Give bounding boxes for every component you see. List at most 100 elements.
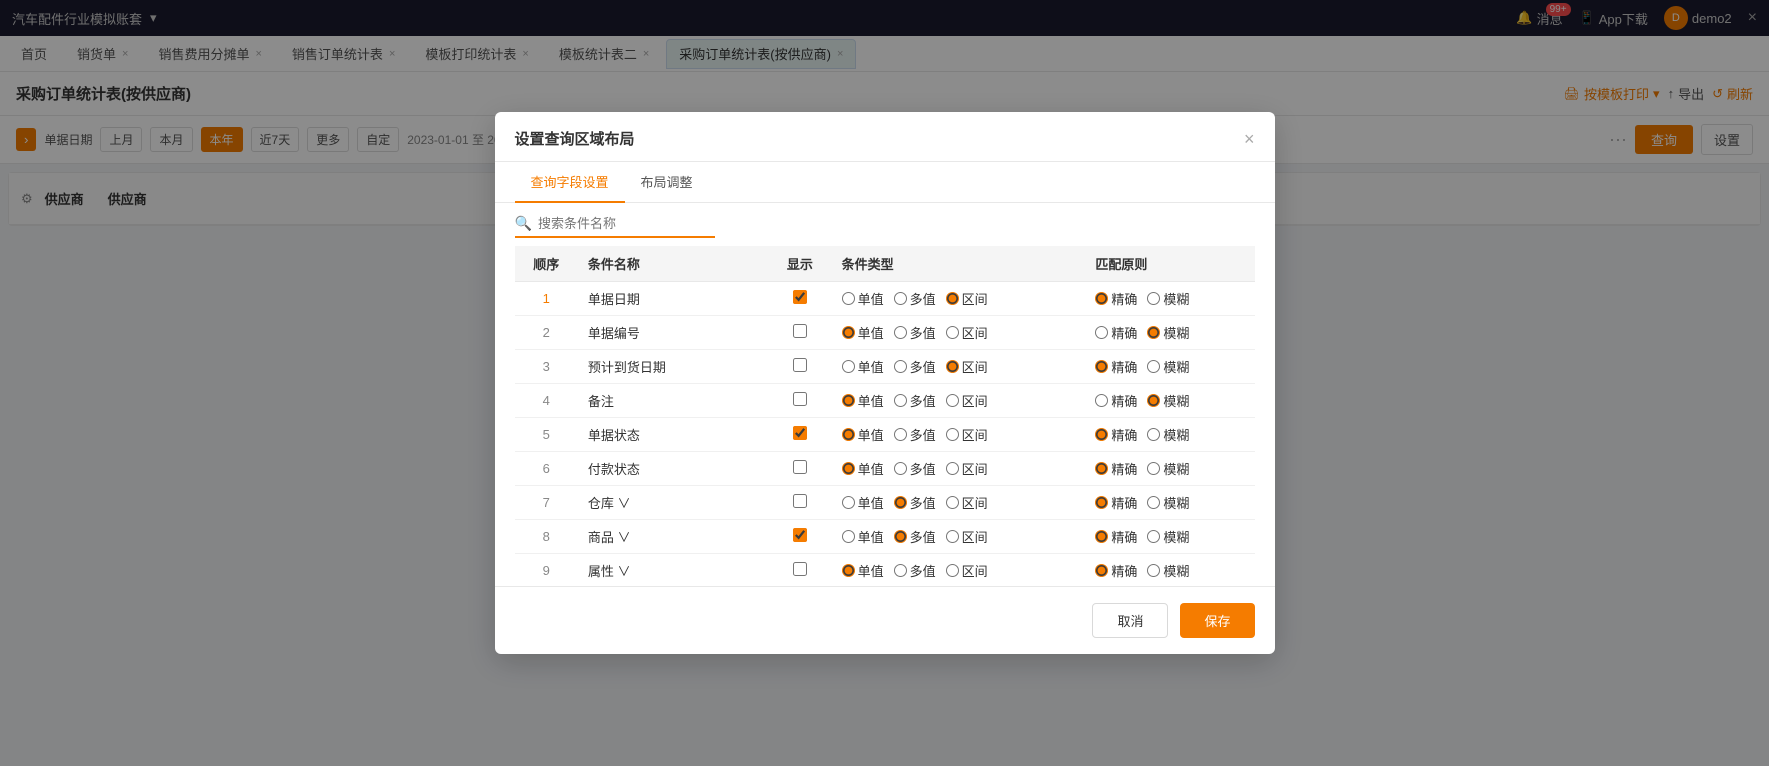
type-radio-label[interactable]: 多值: [894, 323, 936, 342]
display-checkbox[interactable]: [793, 562, 807, 576]
type-radio[interactable]: [946, 428, 959, 441]
match-radio[interactable]: [1147, 462, 1160, 475]
match-radio-label[interactable]: 模糊: [1147, 391, 1189, 410]
cancel-button[interactable]: 取消: [1092, 603, 1168, 638]
match-radio[interactable]: [1095, 360, 1108, 373]
match-radio[interactable]: [1095, 462, 1108, 475]
type-radio-label[interactable]: 多值: [894, 357, 936, 376]
type-radio-label[interactable]: 多值: [894, 425, 936, 444]
match-radio[interactable]: [1147, 496, 1160, 509]
type-radio[interactable]: [946, 292, 959, 305]
display-checkbox[interactable]: [793, 290, 807, 304]
type-radio[interactable]: [946, 394, 959, 407]
type-radio[interactable]: [842, 496, 855, 509]
type-radio-label[interactable]: 单值: [842, 561, 884, 580]
type-radio-label[interactable]: 区间: [946, 459, 988, 478]
match-radio[interactable]: [1095, 564, 1108, 577]
match-radio[interactable]: [1095, 394, 1108, 407]
type-radio[interactable]: [894, 360, 907, 373]
display-checkbox[interactable]: [793, 460, 807, 474]
match-radio[interactable]: [1095, 292, 1108, 305]
type-radio[interactable]: [946, 462, 959, 475]
type-radio-label[interactable]: 多值: [894, 289, 936, 308]
type-radio[interactable]: [946, 360, 959, 373]
tab-layout-adjust[interactable]: 布局调整: [625, 162, 709, 203]
match-radio-label[interactable]: 精确: [1095, 357, 1137, 376]
match-radio[interactable]: [1095, 530, 1108, 543]
match-radio-label[interactable]: 模糊: [1147, 323, 1189, 342]
match-radio-label[interactable]: 精确: [1095, 561, 1137, 580]
type-radio-label[interactable]: 多值: [894, 459, 936, 478]
type-radio-label[interactable]: 单值: [842, 323, 884, 342]
type-radio-label[interactable]: 多值: [894, 391, 936, 410]
type-radio-label[interactable]: 区间: [946, 323, 988, 342]
match-radio[interactable]: [1147, 428, 1160, 441]
match-radio[interactable]: [1095, 428, 1108, 441]
type-radio-label[interactable]: 单值: [842, 289, 884, 308]
match-radio-label[interactable]: 精确: [1095, 391, 1137, 410]
type-radio-label[interactable]: 区间: [946, 425, 988, 444]
type-radio[interactable]: [946, 326, 959, 339]
type-radio-label[interactable]: 单值: [842, 459, 884, 478]
dialog-close-button[interactable]: ×: [1244, 130, 1255, 148]
match-radio-label[interactable]: 模糊: [1147, 561, 1189, 580]
display-checkbox[interactable]: [793, 426, 807, 440]
type-radio[interactable]: [842, 462, 855, 475]
match-radio[interactable]: [1147, 564, 1160, 577]
match-radio-label[interactable]: 精确: [1095, 323, 1137, 342]
type-radio[interactable]: [894, 530, 907, 543]
match-radio-label[interactable]: 精确: [1095, 425, 1137, 444]
display-checkbox[interactable]: [793, 528, 807, 542]
type-radio[interactable]: [842, 360, 855, 373]
type-radio-label[interactable]: 区间: [946, 357, 988, 376]
type-radio[interactable]: [842, 530, 855, 543]
match-radio-label[interactable]: 精确: [1095, 289, 1137, 308]
match-radio[interactable]: [1095, 326, 1108, 339]
match-radio-label[interactable]: 模糊: [1147, 493, 1189, 512]
tab-query-fields[interactable]: 查询字段设置: [515, 162, 625, 203]
display-checkbox[interactable]: [793, 358, 807, 372]
type-radio-label[interactable]: 单值: [842, 391, 884, 410]
type-radio[interactable]: [894, 326, 907, 339]
type-radio-label[interactable]: 多值: [894, 561, 936, 580]
type-radio-label[interactable]: 区间: [946, 391, 988, 410]
match-radio[interactable]: [1147, 326, 1160, 339]
type-radio[interactable]: [894, 496, 907, 509]
match-radio[interactable]: [1095, 496, 1108, 509]
match-radio[interactable]: [1147, 394, 1160, 407]
type-radio-label[interactable]: 单值: [842, 357, 884, 376]
type-radio[interactable]: [894, 428, 907, 441]
type-radio[interactable]: [894, 462, 907, 475]
match-radio-label[interactable]: 模糊: [1147, 289, 1189, 308]
type-radio-label[interactable]: 区间: [946, 493, 988, 512]
type-radio[interactable]: [842, 564, 855, 577]
type-radio[interactable]: [946, 564, 959, 577]
type-radio-label[interactable]: 单值: [842, 493, 884, 512]
match-radio-label[interactable]: 模糊: [1147, 425, 1189, 444]
match-radio-label[interactable]: 精确: [1095, 459, 1137, 478]
type-radio-label[interactable]: 多值: [894, 527, 936, 546]
type-radio-label[interactable]: 区间: [946, 289, 988, 308]
match-radio-label[interactable]: 模糊: [1147, 527, 1189, 546]
type-radio[interactable]: [894, 394, 907, 407]
search-input[interactable]: [538, 216, 698, 231]
type-radio[interactable]: [842, 326, 855, 339]
save-button[interactable]: 保存: [1180, 603, 1254, 638]
type-radio-label[interactable]: 多值: [894, 493, 936, 512]
type-radio[interactable]: [946, 530, 959, 543]
match-radio-label[interactable]: 精确: [1095, 493, 1137, 512]
match-radio[interactable]: [1147, 292, 1160, 305]
type-radio-label[interactable]: 区间: [946, 527, 988, 546]
match-radio-label[interactable]: 模糊: [1147, 357, 1189, 376]
match-radio-label[interactable]: 模糊: [1147, 459, 1189, 478]
type-radio[interactable]: [894, 292, 907, 305]
type-radio[interactable]: [946, 496, 959, 509]
match-radio[interactable]: [1147, 360, 1160, 373]
type-radio-label[interactable]: 区间: [946, 561, 988, 580]
display-checkbox[interactable]: [793, 494, 807, 508]
type-radio[interactable]: [842, 292, 855, 305]
match-radio-label[interactable]: 精确: [1095, 527, 1137, 546]
type-radio[interactable]: [894, 564, 907, 577]
type-radio-label[interactable]: 单值: [842, 425, 884, 444]
display-checkbox[interactable]: [793, 324, 807, 338]
